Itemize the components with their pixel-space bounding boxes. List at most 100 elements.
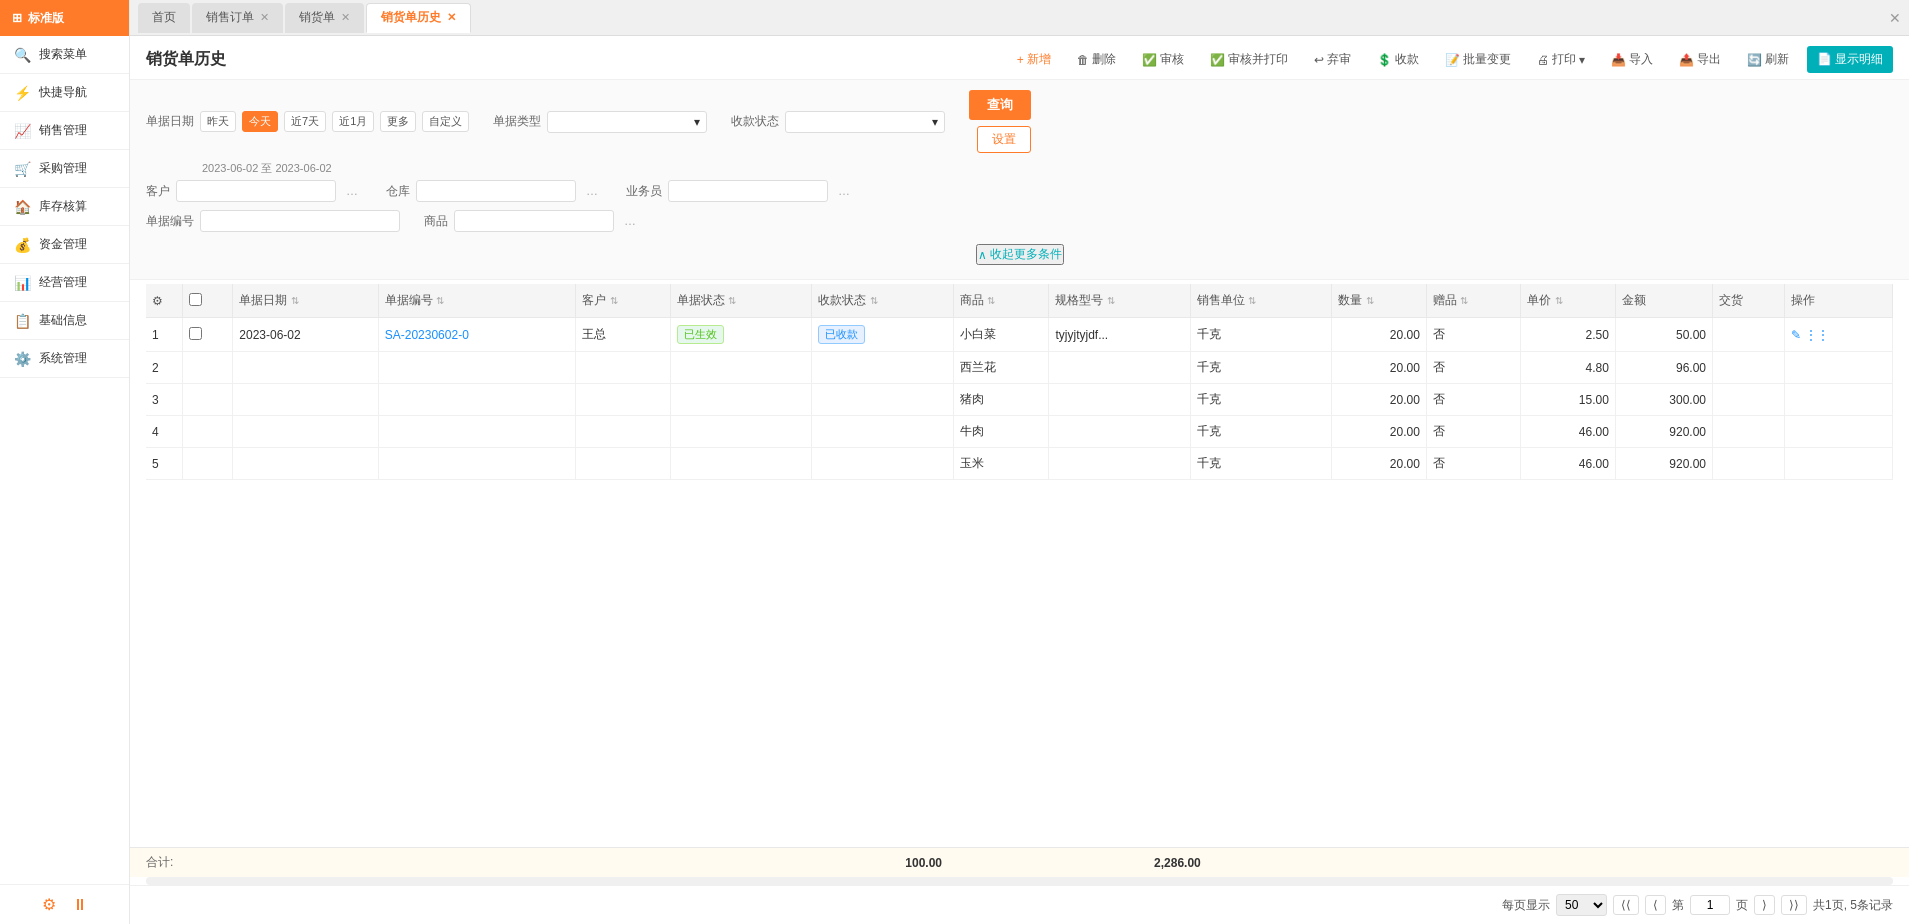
col-goods[interactable]: 商品 ⇅ [953,284,1049,318]
warehouse-input[interactable] [416,180,576,202]
row-doc-no-cell[interactable] [378,416,576,448]
row-unit-cell: 千克 [1190,448,1331,480]
row-doc-no-cell[interactable] [378,448,576,480]
row-check-cell[interactable] [182,416,233,448]
staff-input[interactable] [668,180,828,202]
col-unit[interactable]: 销售单位 ⇅ [1190,284,1331,318]
sidebar-item-operations[interactable]: 📊 经营管理 [0,264,129,302]
sidebar-item-purchase[interactable]: 🛒 采购管理 [0,150,129,188]
batch-change-button[interactable]: 📝 批量变更 [1437,47,1519,72]
customer-input[interactable] [176,180,336,202]
col-doc-date[interactable]: 单据日期 ⇅ [233,284,378,318]
row-check-cell[interactable] [182,318,233,352]
col-price[interactable]: 单价 ⇅ [1521,284,1616,318]
date-btn-yesterday[interactable]: 昨天 [200,111,236,132]
date-btn-custom[interactable]: 自定义 [422,111,469,132]
date-btn-7days[interactable]: 近7天 [284,111,326,132]
doc-no-input[interactable] [200,210,400,232]
display-detail-button[interactable]: 📄 显示明细 [1807,46,1893,73]
abandon-button[interactable]: ↩ 弃审 [1306,47,1359,72]
import-button[interactable]: 📥 导入 [1603,47,1661,72]
tab-sales-history[interactable]: 销货单历史 ✕ [366,3,471,33]
tab-sales-order-label: 销售订单 [206,9,254,26]
sidebar-item-search-menu[interactable]: 🔍 搜索菜单 [0,36,129,74]
row-customer-cell [576,384,671,416]
table-row: 3 猪肉 千克 20.00 否 15.00 300.00 [146,384,1893,416]
col-doc-no[interactable]: 单据编号 ⇅ [378,284,576,318]
audit-print-button[interactable]: ✅ 审核并打印 [1202,47,1296,72]
collapse-button[interactable]: ∧ 收起更多条件 [976,244,1064,265]
row-check-cell[interactable] [182,352,233,384]
last-page-button[interactable]: ⟩⟩ [1781,895,1807,915]
next-page-button[interactable]: ⟩ [1754,895,1775,915]
sidebar-item-quick-nav[interactable]: ⚡ 快捷导航 [0,74,129,112]
audit-button[interactable]: ✅ 审核 [1134,47,1192,72]
sidebar-item-inventory[interactable]: 🏠 库存核算 [0,188,129,226]
goods-ellipsis-icon[interactable]: … [620,214,640,228]
row-doc-no-cell[interactable]: SA-20230602-0 [378,318,576,352]
col-collect-status[interactable]: 收款状态 ⇅ [812,284,953,318]
gear-icon: ⚙️ [14,351,31,367]
export-button[interactable]: 📤 导出 [1671,47,1729,72]
close-sales-history-icon[interactable]: ✕ [447,11,456,24]
date-btn-1month[interactable]: 近1月 [332,111,374,132]
page-number-input[interactable] [1690,895,1730,915]
sidebar-item-finance[interactable]: 💰 资金管理 [0,226,129,264]
row-check-cell[interactable] [182,448,233,480]
sidebar-settings-icon[interactable]: ⚙ [42,895,56,914]
col-customer[interactable]: 客户 ⇅ [576,284,671,318]
doc-no-link[interactable]: SA-20230602-0 [385,328,469,342]
sidebar-item-sales[interactable]: 📈 销售管理 [0,112,129,150]
sidebar-item-label: 销售管理 [39,122,87,139]
row-doc-no-cell[interactable] [378,384,576,416]
close-sales-goods-icon[interactable]: ✕ [341,11,350,24]
sidebar-item-basic-info[interactable]: 📋 基础信息 [0,302,129,340]
edit-action[interactable]: ✎ [1791,328,1801,342]
doc-type-select[interactable]: ▾ [547,111,707,133]
row-qty-cell: 20.00 [1332,318,1427,352]
col-check[interactable] [182,284,233,318]
query-button[interactable]: 查询 [969,90,1031,120]
col-amount[interactable]: 金额 [1615,284,1712,318]
close-sales-order-icon[interactable]: ✕ [260,11,269,24]
warehouse-ellipsis-icon[interactable]: … [582,184,602,198]
row-goods-cell: 玉米 [953,448,1049,480]
print-button[interactable]: 🖨 打印 ▾ [1529,47,1593,72]
delete-button[interactable]: 🗑 删除 [1069,47,1124,72]
col-spec[interactable]: 规格型号 ⇅ [1049,284,1190,318]
sidebar-toggle-icon[interactable]: ⏸ [72,896,88,914]
col-settings[interactable]: ⚙ [146,284,182,318]
add-button[interactable]: + 新增 [1009,47,1059,72]
settings-button[interactable]: 设置 [977,126,1031,153]
tab-home[interactable]: 首页 [138,3,190,33]
sidebar-item-system[interactable]: ⚙️ 系统管理 [0,340,129,378]
refresh-button[interactable]: 🔄 刷新 [1739,47,1797,72]
col-qty[interactable]: 数量 ⇅ [1332,284,1427,318]
more-action[interactable]: ⋮⋮ [1805,328,1829,342]
row-amount-cell: 96.00 [1615,352,1712,384]
col-gift[interactable]: 赠品 ⇅ [1426,284,1521,318]
collect-button[interactable]: 💲 收款 [1369,47,1427,72]
row-check-cell[interactable] [182,384,233,416]
row-collect-status-cell [812,448,953,480]
page-size-select[interactable]: 50 100 [1556,894,1607,916]
row-checkbox[interactable] [189,327,202,340]
filter-customer: 客户 … [146,180,362,202]
row-doc-status-cell [670,448,811,480]
tab-sales-goods[interactable]: 销货单 ✕ [285,3,364,33]
customer-ellipsis-icon[interactable]: … [342,184,362,198]
staff-ellipsis-icon[interactable]: … [834,184,854,198]
first-page-button[interactable]: ⟨⟨ [1613,895,1639,915]
tab-close-all-icon[interactable]: ✕ [1889,10,1901,26]
goods-input[interactable] [454,210,614,232]
horizontal-scrollbar[interactable] [146,877,1893,885]
tab-sales-order[interactable]: 销售订单 ✕ [192,3,283,33]
date-btn-more[interactable]: 更多 [380,111,416,132]
date-btn-today[interactable]: 今天 [242,111,278,132]
col-transaction[interactable]: 交货 [1712,284,1784,318]
collect-status-select[interactable]: ▾ [785,111,945,133]
select-all-checkbox[interactable] [189,293,202,306]
col-doc-status[interactable]: 单据状态 ⇅ [670,284,811,318]
prev-page-button[interactable]: ⟨ [1645,895,1666,915]
row-doc-no-cell[interactable] [378,352,576,384]
